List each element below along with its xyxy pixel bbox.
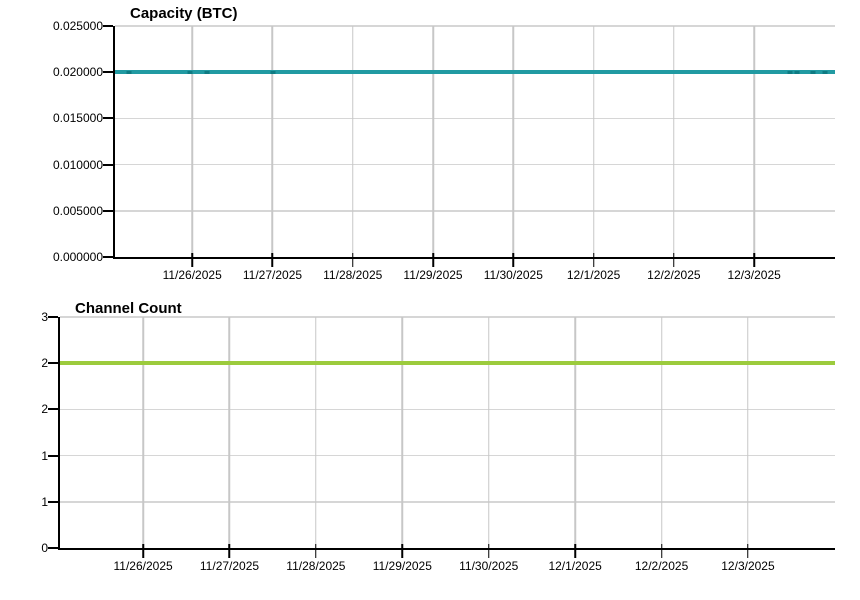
x-axis-tick bbox=[593, 253, 595, 267]
h-gridline bbox=[115, 118, 835, 120]
v-gridline bbox=[747, 317, 749, 548]
v-gridline bbox=[315, 317, 317, 548]
x-axis-tick bbox=[229, 544, 231, 558]
data-point-marker bbox=[126, 71, 131, 74]
y-axis-tick bbox=[103, 71, 113, 73]
x-tick-label: 11/30/2025 bbox=[459, 559, 518, 574]
series-line bbox=[60, 361, 835, 365]
x-axis-tick bbox=[402, 544, 404, 558]
v-gridline bbox=[488, 317, 490, 548]
v-gridline bbox=[513, 26, 515, 257]
capacity-plot-area: 0.0250000.0200000.0150000.0100000.005000… bbox=[113, 26, 835, 259]
x-axis-tick bbox=[142, 544, 144, 558]
h-gridline bbox=[60, 455, 835, 457]
v-gridline bbox=[593, 26, 595, 257]
y-axis-tick bbox=[48, 362, 58, 364]
h-gridline bbox=[60, 409, 835, 411]
y-tick-label: 1 bbox=[0, 494, 48, 510]
x-axis-tick bbox=[673, 253, 675, 267]
y-tick-label: 0.005000 bbox=[29, 203, 103, 219]
y-axis-tick bbox=[103, 117, 113, 119]
channel-count-chart: Channel Count 32211011/26/202511/27/2025… bbox=[0, 300, 860, 600]
y-axis-tick bbox=[48, 455, 58, 457]
x-tick-label: 11/28/2025 bbox=[323, 268, 382, 283]
h-gridline bbox=[115, 210, 835, 212]
data-point-marker bbox=[794, 71, 799, 74]
data-point-marker bbox=[822, 71, 827, 74]
v-gridline bbox=[352, 26, 354, 257]
data-point-marker bbox=[788, 71, 793, 74]
x-axis-tick bbox=[488, 544, 490, 558]
y-tick-label: 0.020000 bbox=[29, 64, 103, 80]
x-axis-tick bbox=[661, 544, 663, 558]
x-tick-label: 12/1/2025 bbox=[567, 268, 620, 283]
y-axis-tick bbox=[48, 547, 58, 549]
y-tick-label: 0.015000 bbox=[29, 110, 103, 126]
x-tick-label: 11/27/2025 bbox=[243, 268, 302, 283]
v-gridline bbox=[142, 317, 144, 548]
x-tick-label: 11/28/2025 bbox=[286, 559, 345, 574]
x-tick-label: 11/26/2025 bbox=[163, 268, 222, 283]
x-axis-tick bbox=[753, 253, 755, 267]
v-gridline bbox=[272, 26, 274, 257]
x-tick-label: 12/2/2025 bbox=[635, 559, 688, 574]
x-tick-label: 12/3/2025 bbox=[721, 559, 774, 574]
y-tick-label: 1 bbox=[0, 448, 48, 464]
v-gridline bbox=[432, 26, 434, 257]
y-tick-label: 2 bbox=[0, 401, 48, 417]
y-tick-label: 0 bbox=[0, 540, 48, 556]
y-tick-label: 2 bbox=[0, 355, 48, 371]
v-gridline bbox=[673, 26, 675, 257]
y-tick-label: 0.025000 bbox=[29, 18, 103, 34]
x-tick-label: 12/3/2025 bbox=[727, 268, 780, 283]
channel-count-chart-title: Channel Count bbox=[75, 300, 182, 317]
x-axis-tick bbox=[272, 253, 274, 267]
x-tick-label: 11/29/2025 bbox=[373, 559, 432, 574]
x-axis-tick bbox=[352, 253, 354, 267]
y-axis-tick bbox=[48, 316, 58, 318]
h-gridline bbox=[60, 501, 835, 503]
y-tick-label: 3 bbox=[0, 309, 48, 325]
h-gridline bbox=[115, 25, 835, 27]
x-axis-tick bbox=[315, 544, 317, 558]
x-tick-label: 12/1/2025 bbox=[548, 559, 601, 574]
y-axis-tick bbox=[103, 256, 113, 258]
y-tick-label: 0.010000 bbox=[29, 157, 103, 173]
y-axis-tick bbox=[48, 408, 58, 410]
data-point-marker bbox=[187, 71, 192, 74]
capacity-chart-title: Capacity (BTC) bbox=[130, 5, 238, 22]
data-point-marker bbox=[810, 71, 815, 74]
channel-count-plot-area: 32211011/26/202511/27/202511/28/202511/2… bbox=[58, 317, 835, 550]
y-axis-tick bbox=[103, 25, 113, 27]
h-gridline bbox=[60, 316, 835, 318]
x-tick-label: 11/26/2025 bbox=[113, 559, 172, 574]
v-gridline bbox=[661, 317, 663, 548]
series-line bbox=[115, 70, 835, 74]
y-axis-tick bbox=[103, 210, 113, 212]
x-axis-tick bbox=[432, 253, 434, 267]
x-tick-label: 11/27/2025 bbox=[200, 559, 259, 574]
x-axis-tick bbox=[574, 544, 576, 558]
h-gridline bbox=[115, 164, 835, 166]
v-gridline bbox=[753, 26, 755, 257]
x-axis-tick bbox=[191, 253, 193, 267]
x-axis-tick bbox=[513, 253, 515, 267]
y-axis-tick bbox=[103, 164, 113, 166]
v-gridline bbox=[574, 317, 576, 548]
y-axis-tick bbox=[48, 501, 58, 503]
capacity-chart: Capacity (BTC) 0.0250000.0200000.0150000… bbox=[0, 0, 860, 300]
v-gridline bbox=[402, 317, 404, 548]
x-tick-label: 11/30/2025 bbox=[484, 268, 543, 283]
x-tick-label: 12/2/2025 bbox=[647, 268, 700, 283]
y-tick-label: 0.000000 bbox=[29, 249, 103, 265]
v-gridline bbox=[191, 26, 193, 257]
data-point-marker bbox=[205, 71, 210, 74]
data-point-marker bbox=[270, 71, 275, 74]
x-tick-label: 11/29/2025 bbox=[403, 268, 462, 283]
v-gridline bbox=[229, 317, 231, 548]
x-axis-tick bbox=[747, 544, 749, 558]
